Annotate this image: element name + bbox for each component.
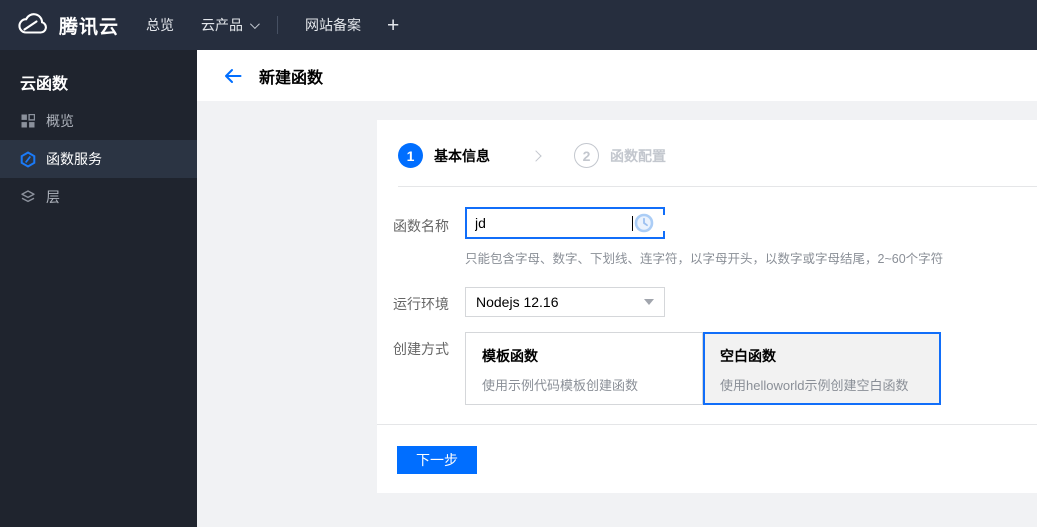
function-name-label: 函数名称 <box>393 218 449 234</box>
nav-item-overview-label: 总览 <box>146 17 175 33</box>
sidebar-item-function-service-label: 函数服务 <box>46 151 102 167</box>
sidebar-item-overview[interactable]: 概览 <box>0 102 197 140</box>
creation-method-label: 创建方式 <box>393 341 449 357</box>
function-name-input[interactable] <box>475 215 698 231</box>
option-template-function-title: 模板函数 <box>482 348 538 364</box>
runtime-selected-value: Nodejs 12.16 <box>476 294 559 310</box>
add-shortcut-icon[interactable]: + <box>387 15 399 36</box>
back-arrow-icon[interactable] <box>222 66 243 86</box>
page-header: 新建函数 <box>197 50 1037 101</box>
tencent-cloud-logo-icon <box>16 13 50 37</box>
creation-method-options: 模板函数 使用示例代码模板创建函数 空白函数 使用helloworld示例创建空… <box>465 332 941 405</box>
brand-name: 腾讯云 <box>59 16 120 38</box>
pending-clock-icon <box>633 212 655 234</box>
runtime-select[interactable]: Nodejs 12.16 <box>465 287 665 317</box>
runtime-label: 运行环境 <box>393 296 449 312</box>
brand-logo[interactable]: 腾讯云 <box>16 12 119 39</box>
footer-divider <box>377 424 1037 425</box>
option-blank-function-desc: 使用helloworld示例创建空白函数 <box>720 378 909 393</box>
nav-item-cloud-products-label: 云产品 <box>201 17 244 33</box>
option-blank-function[interactable]: 空白函数 使用helloworld示例创建空白函数 <box>703 332 941 405</box>
nav-item-cloud-products[interactable]: 云产品 <box>201 15 260 35</box>
step-2-circle: 2 <box>574 143 599 168</box>
chevron-down-icon <box>249 18 260 29</box>
navbar-divider <box>277 16 279 34</box>
sidebar-item-layers[interactable]: 层 <box>0 178 197 216</box>
next-step-button[interactable]: 下一步 <box>397 446 477 474</box>
nav-item-icp-filing-label: 网站备案 <box>305 17 362 33</box>
nav-item-overview[interactable]: 总览 <box>146 15 174 35</box>
option-template-function-desc: 使用示例代码模板创建函数 <box>482 378 639 393</box>
function-name-hint: 只能包含字母、数字、下划线、连字符，以字母开头，以数字或字母结尾，2~60个字符 <box>465 252 944 266</box>
option-template-function[interactable]: 模板函数 使用示例代码模板创建函数 <box>465 332 703 405</box>
page-title: 新建函数 <box>259 69 324 87</box>
sidebar-item-overview-label: 概览 <box>46 113 74 129</box>
content-area: 1 基本信息 2 函数配置 函数名称 只能包含字母、数字、下划线、连字符，以字母… <box>197 101 1037 527</box>
sidebar-item-function-service[interactable]: 函数服务 <box>0 140 197 178</box>
grid-icon <box>20 113 36 129</box>
wizard-steps: 1 基本信息 2 函数配置 <box>398 143 666 168</box>
nav-item-icp-filing[interactable]: 网站备案 <box>305 15 361 35</box>
step-1-label: 基本信息 <box>434 147 490 164</box>
step-2-label: 函数配置 <box>610 147 666 164</box>
sidebar-item-layers-label: 层 <box>46 189 60 205</box>
function-name-field <box>465 207 698 239</box>
option-blank-function-title: 空白函数 <box>720 348 776 364</box>
steps-divider <box>398 186 1037 187</box>
sidebar-title: 云函数 <box>20 76 69 93</box>
select-caret-icon <box>644 299 654 305</box>
create-function-card: 1 基本信息 2 函数配置 函数名称 只能包含字母、数字、下划线、连字符，以字母… <box>377 120 1037 493</box>
scf-hexagon-icon <box>20 150 36 168</box>
sidebar: 云函数 概览 函数服务 层 <box>0 50 197 527</box>
step-1-circle: 1 <box>398 143 423 168</box>
top-navbar: 腾讯云 总览 云产品 网站备案 + <box>0 0 1037 50</box>
layers-icon <box>20 189 36 205</box>
step-separator-chevron-icon <box>530 149 542 162</box>
